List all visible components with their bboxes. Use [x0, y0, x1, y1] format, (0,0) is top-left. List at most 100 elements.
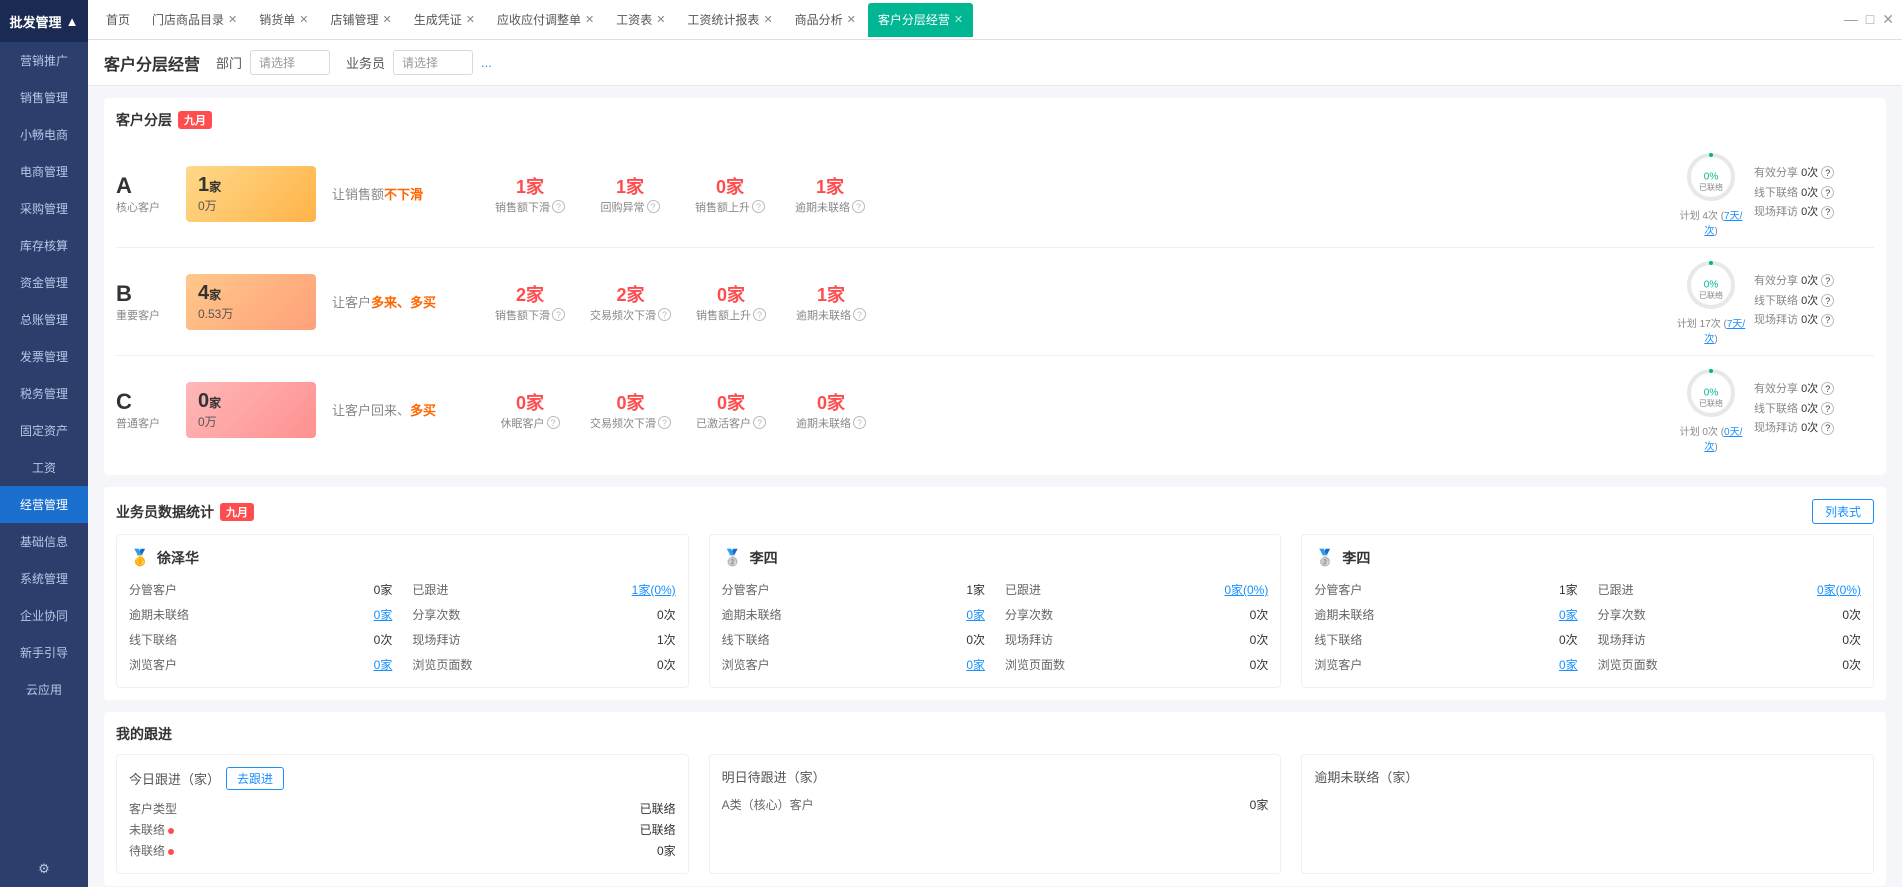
info-icon[interactable]: ? — [753, 416, 766, 429]
stat-num: 1家 — [790, 173, 870, 199]
sidebar-item-税务管理[interactable]: 税务管理 — [0, 375, 88, 412]
info-icon[interactable]: ? — [1821, 166, 1834, 179]
sidebar-item-系统管理[interactable]: 系统管理 — [0, 560, 88, 597]
tab-应收应付调整单[interactable]: 应收应付调整单✕ — [487, 3, 604, 37]
right-stat-row: 有效分享 0次 ? — [1754, 380, 1874, 400]
stat-label: 销售额上升 ? — [691, 307, 771, 323]
stat-item[interactable]: 0家逾期未联络 ? — [791, 389, 871, 431]
tab-门店商品目录[interactable]: 门店商品目录✕ — [142, 3, 247, 37]
tier-row-A: A核心客户1家0万让销售额不下滑1家销售额下滑 ?1家回购异常 ?0家销售额上升… — [116, 140, 1874, 248]
sidebar-settings[interactable]: ⚙ — [0, 851, 88, 887]
svg-text:0%: 0% — [1704, 388, 1719, 399]
tab-close-icon[interactable]: ✕ — [383, 13, 392, 26]
sidebar-top-button[interactable]: 批发管理 ▲ — [0, 0, 88, 42]
sidebar-item-营销推广[interactable]: 营销推广 — [0, 42, 88, 79]
tab-工资统计报表[interactable]: 工资统计报表✕ — [677, 3, 782, 37]
stat-item[interactable]: 2家销售额下滑 ? — [490, 281, 570, 323]
tier-stats-A: 1家销售额下滑 ?1家回购异常 ?0家销售额上升 ?1家逾期未联络 ? — [490, 173, 1668, 215]
sidebar-item-库存核算[interactable]: 库存核算 — [0, 227, 88, 264]
stat-num: 0家 — [791, 389, 871, 415]
info-icon[interactable]: ? — [753, 308, 766, 321]
tab-店铺管理[interactable]: 店铺管理✕ — [320, 3, 401, 37]
stat-item[interactable]: 1家逾期未联络 ? — [791, 281, 871, 323]
stat-item[interactable]: 1家逾期未联络 ? — [790, 173, 870, 215]
info-icon[interactable]: ? — [1821, 422, 1834, 435]
tier-count-num: 4家 — [198, 282, 304, 305]
stat-item[interactable]: 0家销售额上升 ? — [691, 281, 771, 323]
window-close-icon[interactable]: ✕ — [1882, 11, 1894, 28]
tab-首页[interactable]: 首页 — [96, 3, 140, 37]
info-icon[interactable]: ? — [552, 200, 565, 213]
info-icon[interactable]: ? — [1821, 294, 1834, 307]
sidebar-item-发票管理[interactable]: 发票管理 — [0, 338, 88, 375]
window-maximize-icon[interactable]: □ — [1866, 11, 1874, 28]
stat-item[interactable]: 0家交易频次下滑 ? — [590, 389, 671, 431]
sidebar-item-企业协同[interactable]: 企业协同 — [0, 597, 88, 634]
stat-item[interactable]: 0家已激活客户 ? — [691, 389, 771, 431]
info-icon[interactable]: ? — [853, 308, 866, 321]
window-minimize-icon[interactable]: — — [1844, 11, 1858, 28]
sidebar-item-工资[interactable]: 工资 — [0, 449, 88, 486]
stat-item[interactable]: 2家交易频次下滑 ? — [590, 281, 671, 323]
tab-销货单[interactable]: 销货单✕ — [249, 3, 318, 37]
info-icon[interactable]: ? — [853, 416, 866, 429]
sidebar-item-经营管理[interactable]: 经营管理 — [0, 486, 88, 523]
stat-item[interactable]: 0家销售额上升 ? — [690, 173, 770, 215]
stat-item[interactable]: 1家回购异常 ? — [590, 173, 670, 215]
tab-工资表[interactable]: 工资表✕ — [606, 3, 675, 37]
sidebar-item-固定资产[interactable]: 固定资产 — [0, 412, 88, 449]
tier-count-box-A[interactable]: 1家0万 — [186, 166, 316, 222]
tier-count-box-C[interactable]: 0家0万 — [186, 382, 316, 438]
sidebar-item-小畅电商[interactable]: 小畅电商 — [0, 116, 88, 153]
staff-select[interactable]: 请选择 — [393, 50, 473, 75]
dept-select[interactable]: 请选择 — [250, 50, 330, 75]
sidebar-item-总账管理[interactable]: 总账管理 — [0, 301, 88, 338]
tab-客户分层经营[interactable]: 客户分层经营✕ — [868, 3, 973, 37]
right-stat-row: 现场拜访 0次 ? — [1754, 203, 1874, 223]
info-icon[interactable]: ? — [1821, 186, 1834, 199]
info-icon[interactable]: ? — [1821, 274, 1834, 287]
tab-生成凭证[interactable]: 生成凭证✕ — [404, 3, 485, 37]
info-icon[interactable]: ? — [1821, 314, 1834, 327]
info-icon[interactable]: ? — [658, 416, 671, 429]
tab-close-icon[interactable]: ✕ — [847, 13, 856, 26]
overdue-card: 逾期未联络（家） — [1301, 754, 1874, 874]
sidebar-item-电商管理[interactable]: 电商管理 — [0, 153, 88, 190]
sidebar-item-采购管理[interactable]: 采购管理 — [0, 190, 88, 227]
tab-close-icon[interactable]: ✕ — [299, 13, 308, 26]
stat-label: 回购异常 ? — [590, 199, 670, 215]
stat-num: 1家 — [490, 173, 570, 199]
sidebar-item-资金管理[interactable]: 资金管理 — [0, 264, 88, 301]
goto-followup-button[interactable]: 去跟进 — [226, 767, 284, 790]
info-icon[interactable]: ? — [1821, 382, 1834, 395]
sidebar-item-新手引导[interactable]: 新手引导 — [0, 634, 88, 671]
tab-close-icon[interactable]: ✕ — [763, 13, 772, 26]
tab-商品分析[interactable]: 商品分析✕ — [785, 3, 866, 37]
sidebar-item-基础信息[interactable]: 基础信息 — [0, 523, 88, 560]
biz-stat-row: 浏览页面数0次 — [412, 654, 675, 675]
tab-close-icon[interactable]: ✕ — [656, 13, 665, 26]
info-icon[interactable]: ? — [1821, 402, 1834, 415]
sidebar-item-云应用[interactable]: 云应用 — [0, 671, 88, 708]
info-icon[interactable]: ? — [552, 308, 565, 321]
svg-text:0%: 0% — [1704, 280, 1719, 291]
tab-close-icon[interactable]: ✕ — [466, 13, 475, 26]
list-view-button[interactable]: 列表式 — [1812, 499, 1874, 524]
tab-close-icon[interactable]: ✕ — [585, 13, 594, 26]
info-icon[interactable]: ? — [752, 200, 765, 213]
tab-close-icon[interactable]: ✕ — [228, 13, 237, 26]
info-icon[interactable]: ? — [647, 200, 660, 213]
tier-right-stats-B: 有效分享 0次 ?线下联络 0次 ?现场拜访 0次 ? — [1754, 272, 1874, 331]
info-icon[interactable]: ? — [658, 308, 671, 321]
tab-close-icon[interactable]: ✕ — [954, 13, 963, 26]
stat-item[interactable]: 0家休眠客户 ? — [490, 389, 570, 431]
right-stat-row: 现场拜访 0次 ? — [1754, 311, 1874, 331]
tier-count-box-B[interactable]: 4家0.53万 — [186, 274, 316, 330]
stat-item[interactable]: 1家销售额下滑 ? — [490, 173, 570, 215]
sidebar-item-销售管理[interactable]: 销售管理 — [0, 79, 88, 116]
info-icon[interactable]: ? — [852, 200, 865, 213]
info-icon[interactable]: ? — [547, 416, 560, 429]
biz-stats-header: 业务员数据统计 九月 列表式 — [116, 499, 1874, 524]
filter-more-dots[interactable]: ... — [481, 55, 492, 70]
info-icon[interactable]: ? — [1821, 206, 1834, 219]
